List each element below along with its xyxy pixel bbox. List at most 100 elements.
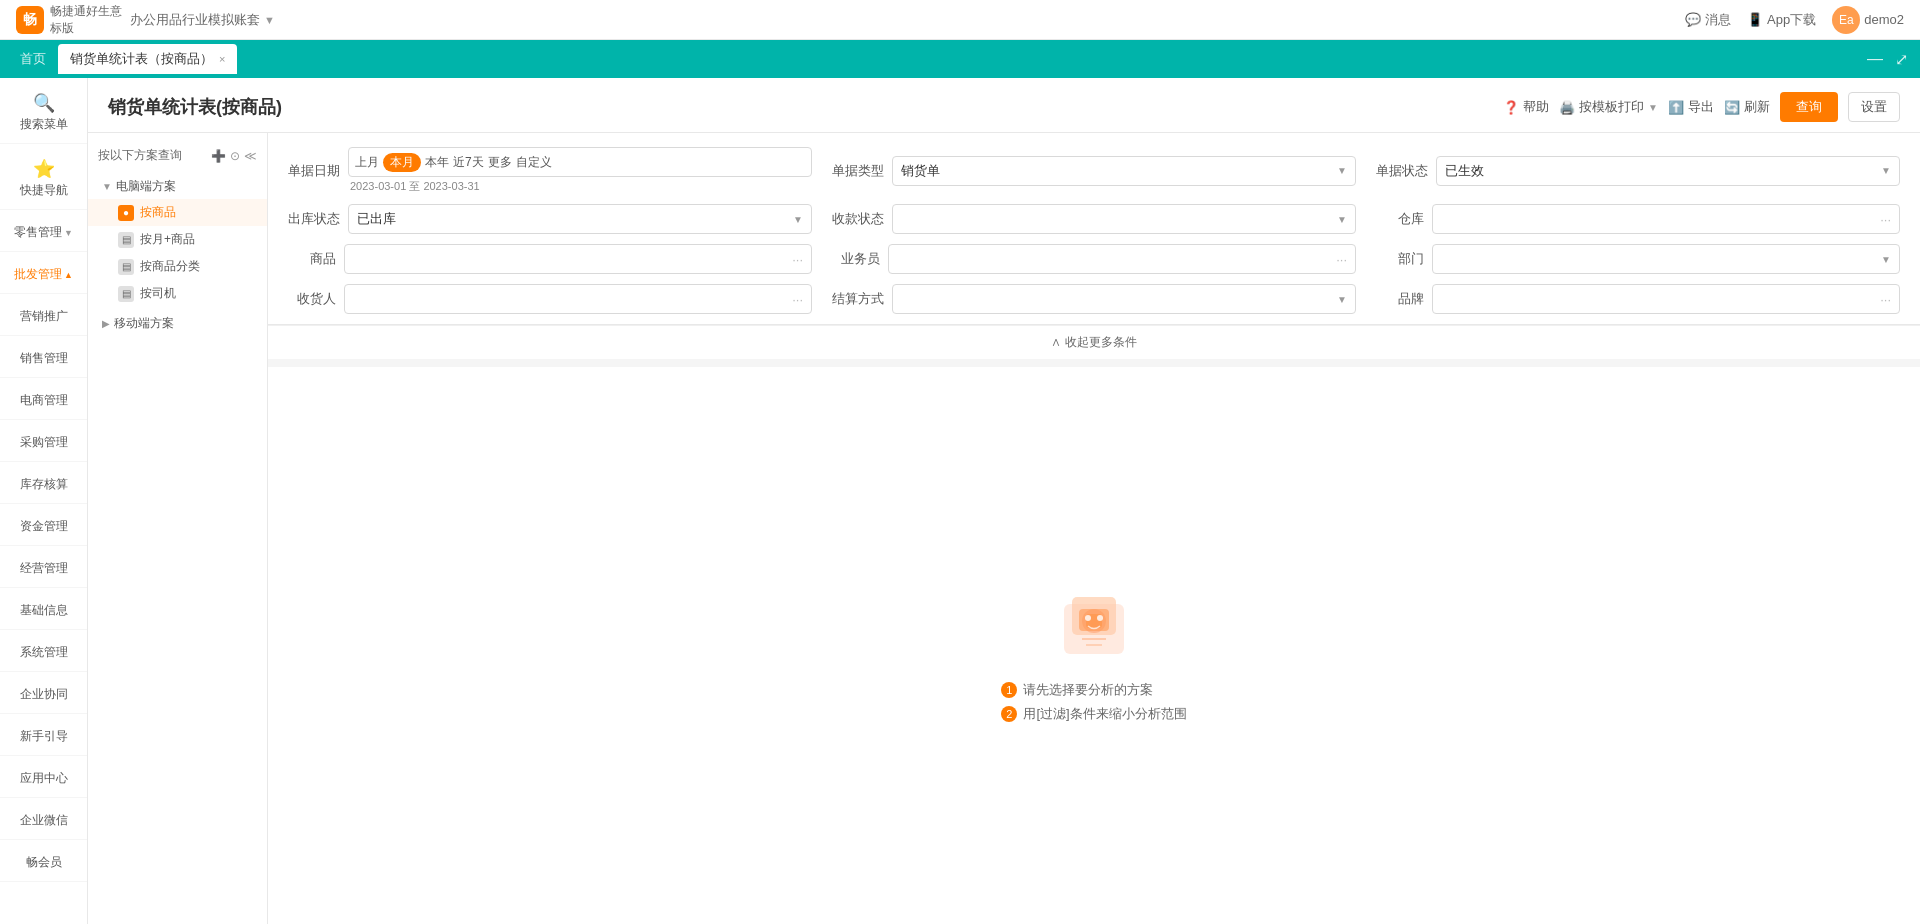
svg-point-8 — [1097, 615, 1103, 621]
bill-type-label: 单据类型 — [832, 162, 892, 180]
scheme-collapse-button[interactable]: ≪ — [244, 149, 257, 163]
logo-area: 畅 畅捷通好生意 标版 — [16, 3, 122, 37]
sidebar-item-stock[interactable]: 库存核算 — [0, 462, 87, 504]
filter-salesperson-field: 业务员 ··· — [832, 244, 1356, 274]
salesperson-label: 业务员 — [832, 250, 888, 268]
date-tab-more[interactable]: 更多 — [488, 154, 512, 171]
salesperson-input[interactable]: ··· — [888, 244, 1356, 274]
finance-label: 资金管理 — [4, 518, 83, 535]
sidebar-item-finance[interactable]: 资金管理 — [0, 504, 87, 546]
download-icon: 📱 — [1747, 12, 1763, 27]
date-tab-custom[interactable]: 自定义 — [516, 154, 552, 171]
filter-recv-status-field: 收款状态 ▼ — [832, 204, 1356, 234]
scheme-add-button[interactable]: ➕ — [211, 149, 226, 163]
sidebar-item-quick-nav[interactable]: ⭐ 快捷导航 — [0, 144, 87, 210]
scheme-item-by-month-goods[interactable]: ▤ 按月+商品 — [88, 226, 267, 253]
pc-group-label: 电脑端方案 — [116, 178, 176, 195]
scheme-group-pc-title[interactable]: ▼ 电脑端方案 — [88, 174, 267, 199]
breadcrumb-arrow-icon[interactable]: ▼ — [264, 14, 275, 26]
warehouse-input[interactable]: ··· — [1432, 204, 1900, 234]
template-print-button[interactable]: 🖨️ 按模板打印 ▼ — [1559, 98, 1658, 116]
sidebar-item-ops[interactable]: 经营管理 — [0, 546, 87, 588]
sidebar-item-purchase[interactable]: 采购管理 — [0, 420, 87, 462]
filter-brand-field: 品牌 ··· — [1376, 284, 1900, 314]
date-range-display: 2023-03-01 至 2023-03-31 — [348, 179, 812, 194]
sidebar-item-ecom[interactable]: 电商管理 — [0, 378, 87, 420]
scheme-panel-title: 按以下方案查询 — [98, 147, 182, 164]
export-button[interactable]: ⬆️ 导出 — [1668, 98, 1714, 116]
receiver-input[interactable]: ··· — [344, 284, 812, 314]
newbie-label: 新手引导 — [4, 728, 83, 745]
goods-label: 商品 — [288, 250, 344, 268]
search-menu-label: 搜索菜单 — [4, 116, 83, 133]
bill-type-input[interactable]: 销货单 ▼ — [892, 156, 1356, 186]
refresh-button[interactable]: 🔄 刷新 — [1724, 98, 1770, 116]
scheme-panel: 按以下方案查询 ➕ ⊙ ≪ ▼ 电脑端方案 ● 按商品 — [88, 133, 268, 924]
query-button[interactable]: 查询 — [1780, 92, 1838, 122]
sidebar-item-search-menu[interactable]: 🔍 搜索菜单 — [0, 78, 87, 144]
empty-tip-2: 2 用[过滤]条件来缩小分析范围 — [1001, 705, 1186, 723]
date-tab-last-month[interactable]: 上月 — [355, 154, 379, 171]
ops-label: 经营管理 — [4, 560, 83, 577]
tab-bar: 首页 销货单统计表（按商品） × — ⤢ — [0, 40, 1920, 78]
by-goods-label: 按商品 — [140, 204, 176, 221]
message-button[interactable]: 💬 消息 — [1685, 11, 1731, 29]
sidebar-item-newbie[interactable]: 新手引导 — [0, 714, 87, 756]
purchase-label: 采购管理 — [4, 434, 83, 451]
scheme-circle-button[interactable]: ⊙ — [230, 149, 240, 163]
scheme-item-by-cashier[interactable]: ▤ 按司机 — [88, 280, 267, 307]
brand-label: 品牌 — [1376, 290, 1432, 308]
help-icon: ❓ — [1503, 100, 1519, 115]
sidebar-item-member[interactable]: 畅会员 — [0, 840, 87, 882]
department-arrow-icon: ▼ — [1881, 254, 1891, 265]
sidebar-item-apps[interactable]: 应用中心 — [0, 756, 87, 798]
filter-out-status-field: 出库状态 已出库 ▼ — [288, 204, 812, 234]
filter-receiver-field: 收货人 ··· — [288, 284, 812, 314]
goods-dots-icon: ··· — [792, 252, 803, 267]
goods-input[interactable]: ··· — [344, 244, 812, 274]
sidebar-item-corp[interactable]: 企业协同 — [0, 672, 87, 714]
help-button[interactable]: ❓ 帮助 — [1503, 98, 1549, 116]
department-input[interactable]: ▼ — [1432, 244, 1900, 274]
sidebar-item-marketing[interactable]: 营销推广 — [0, 294, 87, 336]
sidebar-item-wholesale[interactable]: 批发管理 ▲ — [0, 252, 87, 294]
scheme-group-mobile-title[interactable]: ▶ 移动端方案 — [88, 311, 267, 336]
settlement-input[interactable]: ▼ — [892, 284, 1356, 314]
sidebar-item-retail[interactable]: 零售管理 ▼ — [0, 210, 87, 252]
out-status-input[interactable]: 已出库 ▼ — [348, 204, 812, 234]
date-filter-control[interactable]: 上月 本月 本年 近7天 更多 自定义 — [348, 147, 812, 177]
sidebar-item-base[interactable]: 基础信息 — [0, 588, 87, 630]
sidebar-item-wechat[interactable]: 企业微信 — [0, 798, 87, 840]
by-month-goods-label: 按月+商品 — [140, 231, 195, 248]
recv-status-input[interactable]: ▼ — [892, 204, 1356, 234]
tab-minimize-button[interactable]: — — [1863, 50, 1887, 69]
page-actions: ❓ 帮助 🖨️ 按模板打印 ▼ ⬆️ 导出 🔄 刷新 — [1503, 92, 1900, 122]
sidebar-item-sales[interactable]: 销售管理 — [0, 336, 87, 378]
scheme-panel-header: 按以下方案查询 ➕ ⊙ ≪ — [88, 141, 267, 170]
tab-sales-stat[interactable]: 销货单统计表（按商品） × — [58, 44, 237, 74]
date-tab-this-year[interactable]: 本年 — [425, 154, 449, 171]
filter-bill-type-field: 单据类型 销货单 ▼ — [832, 147, 1356, 194]
scheme-item-by-goods-cat[interactable]: ▤ 按商品分类 — [88, 253, 267, 280]
settings-button[interactable]: 设置 — [1848, 92, 1900, 122]
date-tab-this-month[interactable]: 本月 — [383, 153, 421, 172]
recv-status-arrow-icon: ▼ — [1337, 214, 1347, 225]
tab-close-icon[interactable]: × — [219, 53, 225, 65]
brand-input[interactable]: ··· — [1432, 284, 1900, 314]
wechat-label: 企业微信 — [4, 812, 83, 829]
sys-label: 系统管理 — [4, 644, 83, 661]
filter-date-field: 单据日期 上月 本月 本年 近7天 更多 自定义 20 — [288, 147, 812, 194]
sidebar-item-sys[interactable]: 系统管理 — [0, 630, 87, 672]
app-download-button[interactable]: 📱 App下载 — [1747, 11, 1816, 29]
user-menu[interactable]: Ea demo2 — [1832, 6, 1904, 34]
scheme-item-by-goods[interactable]: ● 按商品 — [88, 199, 267, 226]
marketing-label: 营销推广 — [4, 308, 83, 325]
tab-maximize-button[interactable]: ⤢ — [1891, 50, 1912, 69]
filter-settlement-field: 结算方式 ▼ — [832, 284, 1356, 314]
bill-status-input[interactable]: 已生效 ▼ — [1436, 156, 1900, 186]
date-tab-7days[interactable]: 近7天 — [453, 154, 484, 171]
base-label: 基础信息 — [4, 602, 83, 619]
filter-section: 单据日期 上月 本月 本年 近7天 更多 自定义 20 — [268, 133, 1920, 325]
tab-home[interactable]: 首页 — [8, 44, 58, 74]
collapse-bar[interactable]: ∧ 收起更多条件 — [268, 325, 1920, 359]
